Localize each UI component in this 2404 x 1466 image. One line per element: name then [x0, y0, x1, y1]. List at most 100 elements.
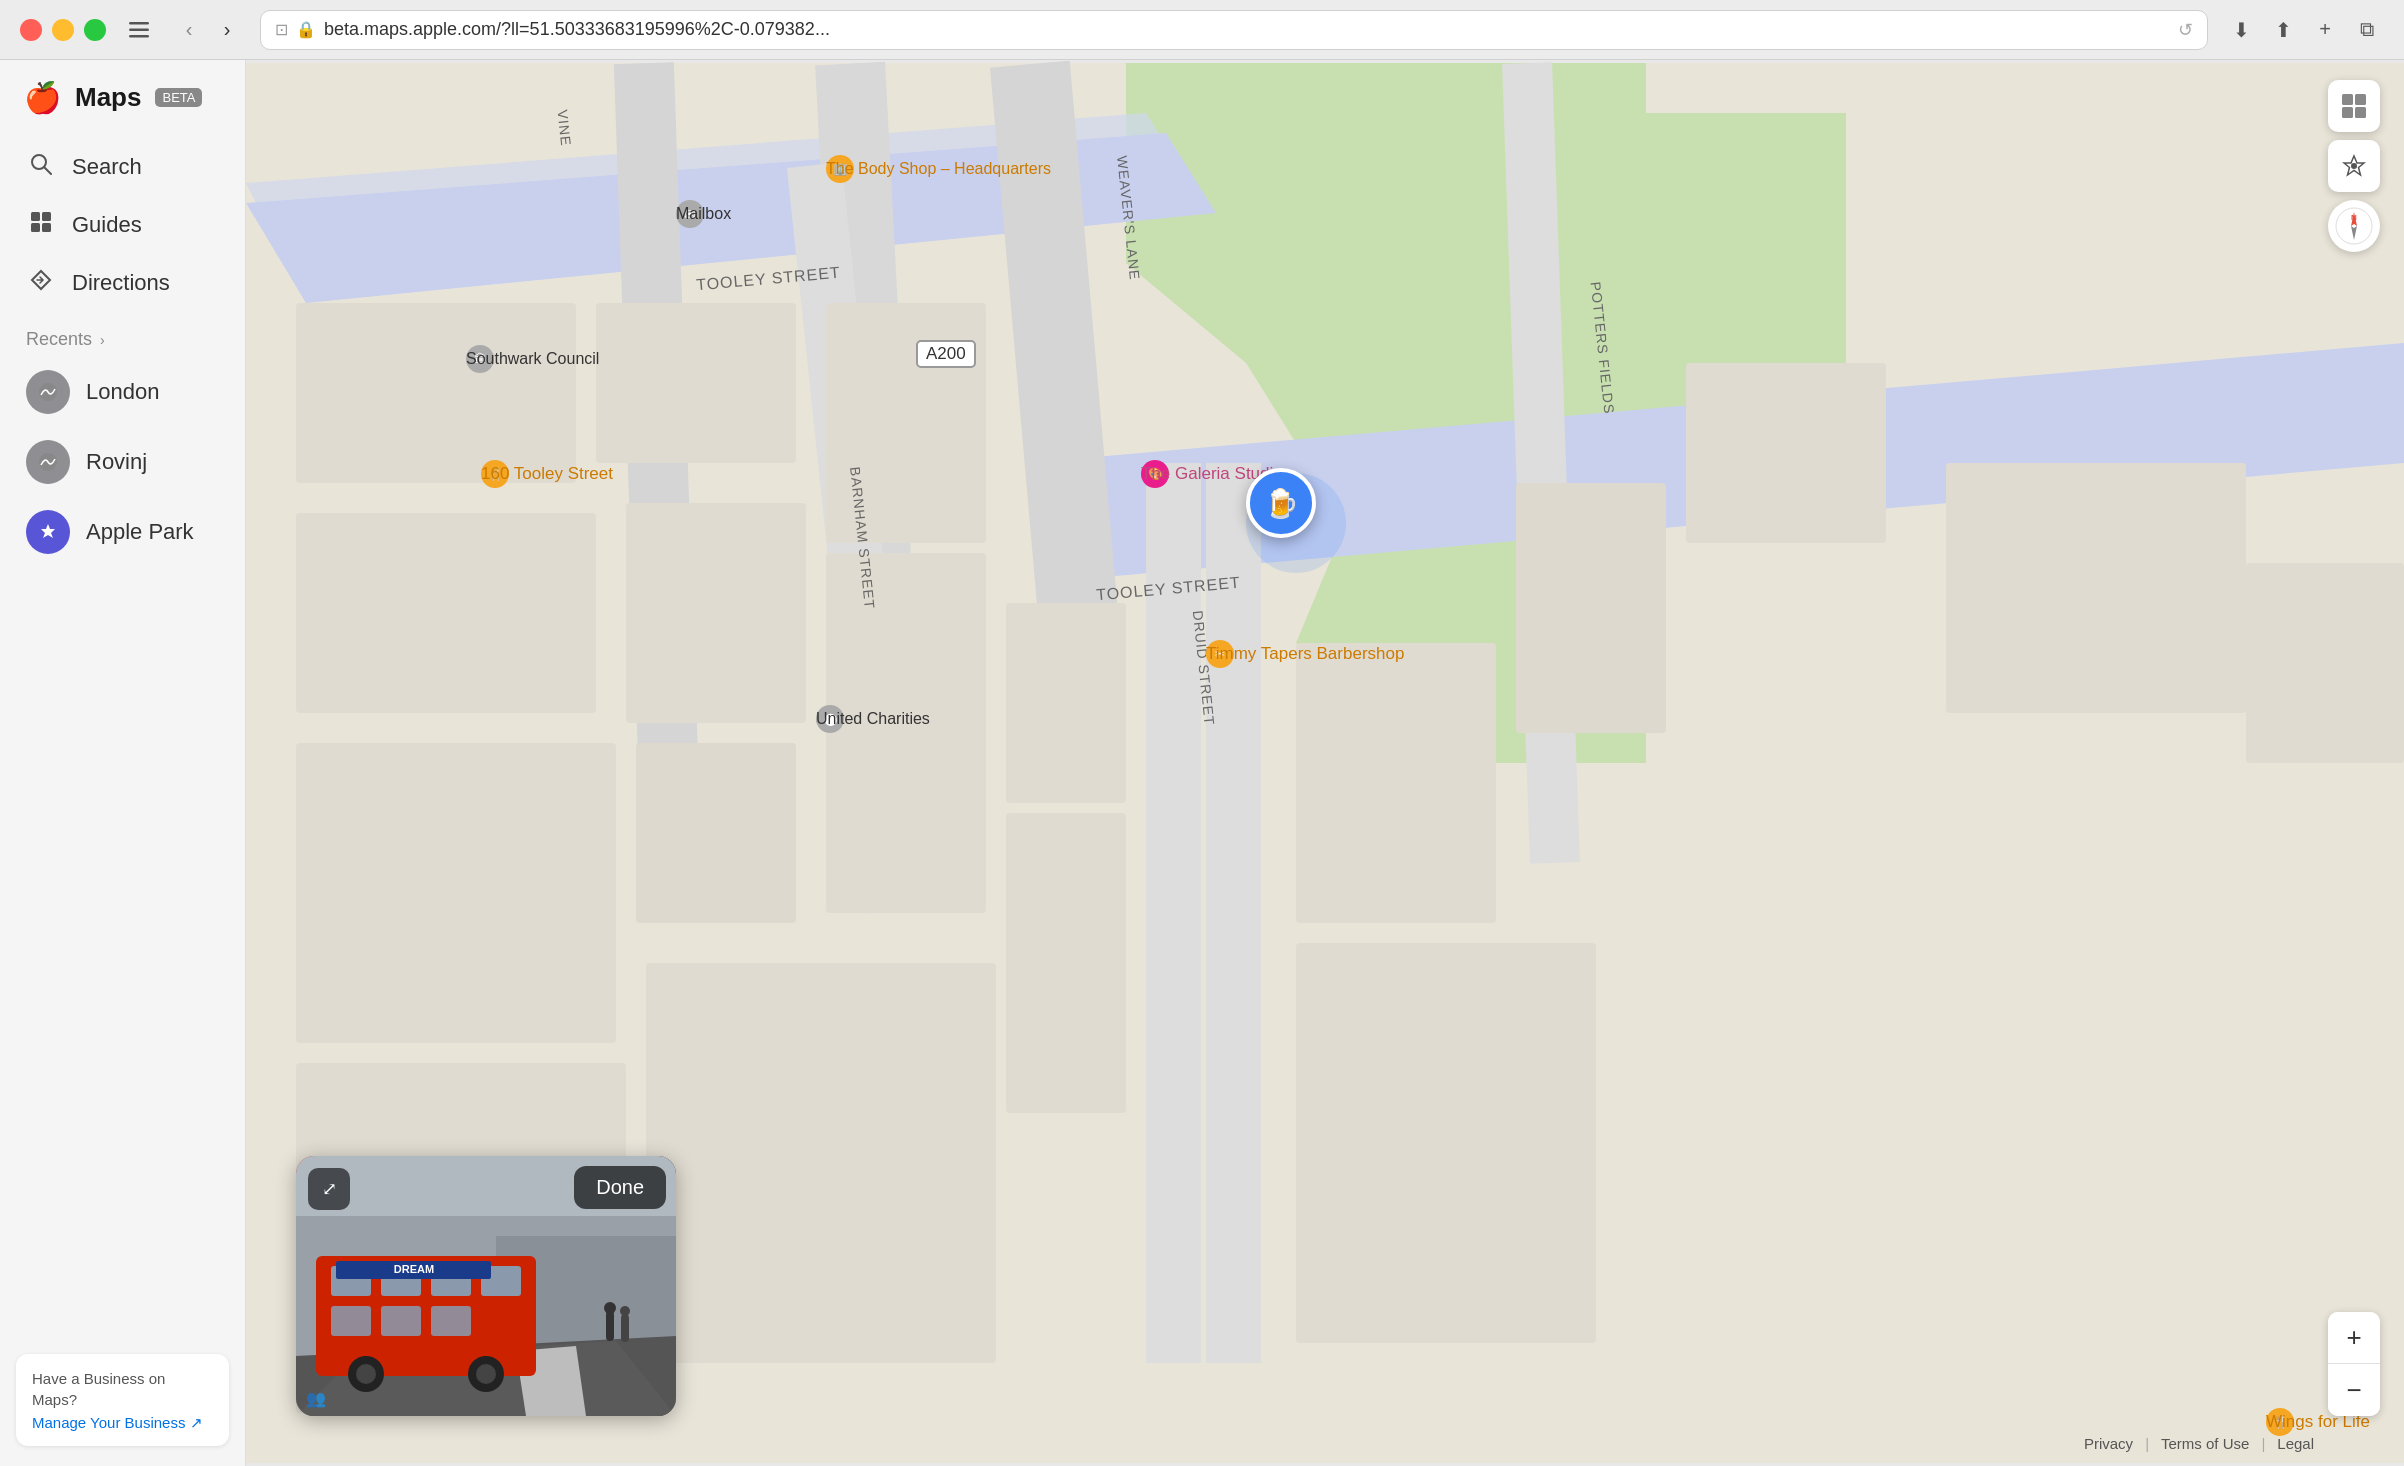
- svg-point-77: [620, 1306, 630, 1316]
- nav-buttons: ‹ ›: [172, 13, 244, 47]
- svg-rect-66: [381, 1306, 421, 1336]
- apple-park-label: Apple Park: [86, 519, 194, 545]
- business-footer: Have a Business on Maps? Manage Your Bus…: [16, 1354, 229, 1446]
- lookaround-image: DREAM ⤢ Done 👥: [296, 1156, 676, 1416]
- terms-link[interactable]: Terms of Use: [2161, 1435, 2249, 1452]
- rovinj-icon: [26, 440, 70, 484]
- svg-rect-26: [296, 303, 576, 483]
- lookaround-people-icon: 👥: [306, 1389, 326, 1408]
- rovinj-label: Rovinj: [86, 449, 147, 475]
- reload-button[interactable]: ↺: [2178, 19, 2193, 41]
- sidebar-item-directions[interactable]: Directions: [12, 255, 233, 311]
- download-button[interactable]: ⬇: [2224, 13, 2258, 47]
- london-icon: [26, 370, 70, 414]
- svg-rect-42: [1946, 463, 2246, 713]
- road-badge-a200: A200: [916, 340, 976, 368]
- svg-rect-6: [42, 212, 51, 221]
- svg-rect-5: [31, 212, 40, 221]
- svg-rect-29: [296, 513, 596, 713]
- manage-business-link[interactable]: Manage Your Business ↗: [32, 1414, 213, 1432]
- svg-point-71: [356, 1364, 376, 1384]
- recent-item-rovinj[interactable]: Rovinj: [12, 428, 233, 496]
- forward-button[interactable]: ›: [210, 13, 244, 47]
- app-title: Maps: [75, 82, 141, 113]
- lookaround-expand-button[interactable]: ⤢: [308, 1168, 350, 1210]
- svg-text:DREAM: DREAM: [394, 1263, 434, 1275]
- guides-icon: [26, 211, 56, 239]
- main-content: 🍎 Maps BETA Search: [0, 60, 2404, 1466]
- location-button[interactable]: [2328, 140, 2380, 192]
- legal-link[interactable]: Legal: [2277, 1435, 2314, 1452]
- recent-item-london[interactable]: London: [12, 358, 233, 426]
- svg-rect-39: [1516, 483, 1666, 733]
- tabs-button[interactable]: ⧉: [2350, 13, 2384, 47]
- svg-point-49: [2351, 163, 2357, 169]
- sidebar: 🍎 Maps BETA Search: [0, 60, 246, 1466]
- map-type-button[interactable]: [2328, 80, 2380, 132]
- maximize-button[interactable]: [84, 19, 106, 41]
- sidebar-toggle-button[interactable]: [122, 17, 156, 43]
- svg-rect-30: [626, 503, 806, 723]
- directions-icon: [26, 269, 56, 297]
- svg-rect-28: [826, 303, 986, 543]
- minimize-button[interactable]: [52, 19, 74, 41]
- map-controls: N: [2328, 80, 2380, 252]
- url-text: beta.maps.apple.com/?ll=51.5033368319599…: [324, 19, 2170, 40]
- zoom-controls: + −: [2328, 1312, 2380, 1416]
- address-bar[interactable]: ⊡ 🔒 beta.maps.apple.com/?ll=51.503336831…: [260, 10, 2208, 50]
- new-tab-button[interactable]: +: [2308, 13, 2342, 47]
- close-button[interactable]: [20, 19, 42, 41]
- svg-rect-32: [636, 743, 796, 923]
- svg-rect-41: [1686, 363, 1886, 543]
- svg-rect-2: [129, 35, 149, 38]
- selected-location-pin[interactable]: 🍺: [1246, 468, 1316, 538]
- svg-rect-74: [606, 1311, 614, 1341]
- svg-rect-7: [31, 223, 40, 232]
- svg-point-75: [604, 1302, 616, 1314]
- svg-rect-76: [621, 1314, 629, 1342]
- directions-label: Directions: [72, 270, 170, 296]
- privacy-link[interactable]: Privacy: [2084, 1435, 2133, 1452]
- svg-rect-1: [129, 28, 149, 31]
- recents-label: Recents: [26, 329, 92, 350]
- back-button[interactable]: ‹: [172, 13, 206, 47]
- svg-rect-38: [1296, 643, 1496, 923]
- svg-rect-0: [129, 22, 149, 25]
- map-footer: Privacy | Terms of Use | Legal: [2084, 1435, 2314, 1452]
- apple-logo-icon: 🍎: [24, 80, 61, 115]
- sidebar-navigation: Search Guides: [0, 139, 245, 313]
- recent-item-apple-park[interactable]: Apple Park: [12, 498, 233, 566]
- svg-rect-33: [826, 553, 986, 913]
- map-container[interactable]: A200 TOOLEY STREET TOOLEY STREET BARNHAM…: [246, 60, 2404, 1466]
- svg-rect-34: [1006, 603, 1126, 803]
- share-button[interactable]: ⬆: [2266, 13, 2300, 47]
- svg-rect-35: [646, 963, 996, 1363]
- svg-rect-31: [296, 743, 616, 1043]
- guides-label: Guides: [72, 212, 142, 238]
- zoom-out-button[interactable]: −: [2328, 1364, 2380, 1416]
- business-prompt: Have a Business on Maps?: [32, 1368, 213, 1410]
- svg-rect-8: [42, 223, 51, 232]
- recents-header[interactable]: Recents ›: [0, 313, 245, 358]
- svg-rect-46: [2355, 94, 2366, 105]
- traffic-lights: [20, 19, 106, 41]
- sidebar-item-search[interactable]: Search: [12, 139, 233, 195]
- sidebar-item-guides[interactable]: Guides: [12, 197, 233, 253]
- svg-rect-43: [2246, 563, 2404, 763]
- compass-button[interactable]: N: [2328, 200, 2380, 252]
- search-icon: [26, 153, 56, 181]
- zoom-in-button[interactable]: +: [2328, 1312, 2380, 1364]
- beta-badge: BETA: [155, 88, 202, 107]
- svg-rect-27: [596, 303, 796, 463]
- lookaround-done-button[interactable]: Done: [574, 1166, 666, 1209]
- apple-park-icon: [26, 510, 70, 554]
- lookaround-preview[interactable]: DREAM ⤢ Done 👥: [296, 1156, 676, 1416]
- svg-rect-67: [431, 1306, 471, 1336]
- svg-rect-65: [331, 1306, 371, 1336]
- svg-marker-11: [41, 524, 55, 538]
- london-label: London: [86, 379, 159, 405]
- svg-line-4: [44, 167, 51, 174]
- svg-rect-45: [2342, 94, 2353, 105]
- svg-rect-24: [1206, 463, 1261, 1363]
- svg-rect-23: [1146, 463, 1201, 1363]
